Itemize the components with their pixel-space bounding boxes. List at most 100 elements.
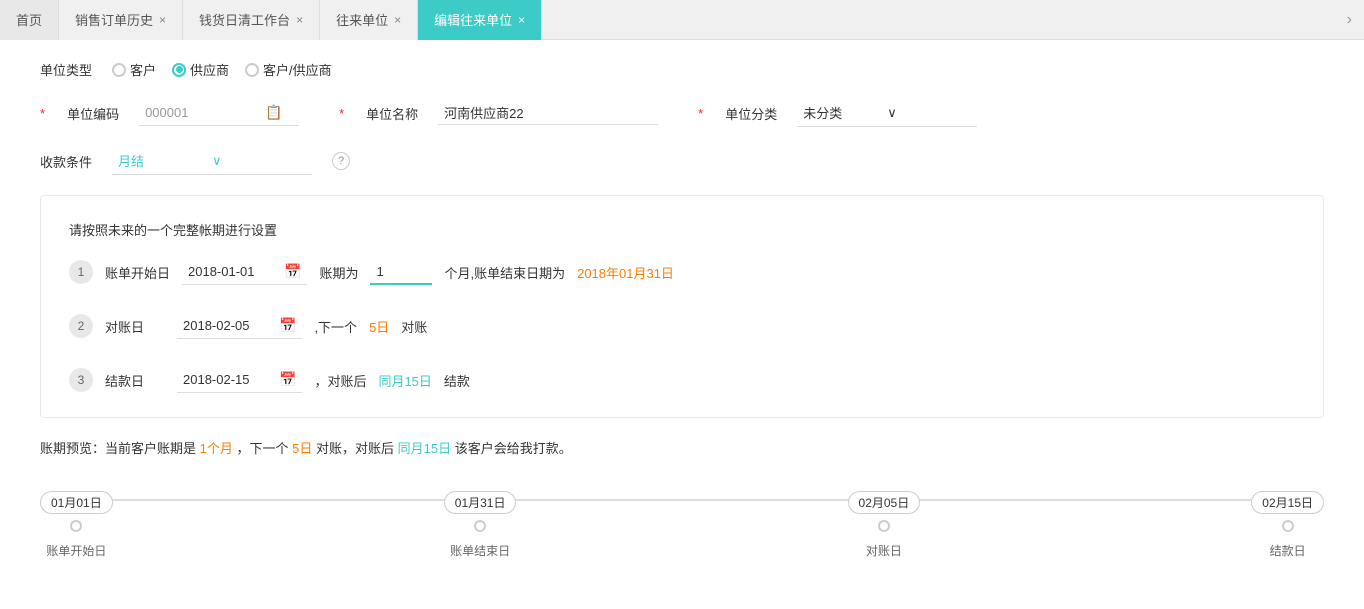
name-required: * — [339, 106, 344, 121]
preview-end: 该客户会给我打款。 — [455, 441, 572, 456]
row1-period-input[interactable] — [376, 264, 426, 279]
row1-calendar-icon[interactable]: 📅 — [284, 263, 301, 280]
tab-sales-label: 销售订单历史 — [75, 10, 153, 29]
row3-highlight: 同月15日 — [378, 371, 431, 390]
row3-label: 结款日 — [105, 371, 165, 390]
unit-type-label: 单位类型 — [40, 60, 92, 79]
tl-date-4: 02月15日 — [1251, 491, 1324, 514]
unit-code-label: 单位编码 — [67, 104, 119, 123]
preview-pre: 账期预览：当前客户账期是 — [40, 441, 196, 456]
preview-highlight2: 5日 — [292, 441, 312, 456]
payment-terms-select[interactable]: 月结 ∨ — [112, 147, 312, 175]
row3-calendar-icon[interactable]: 📅 — [279, 371, 296, 388]
row3-suffix-pre: ，对账后 — [314, 371, 366, 390]
radio-customer[interactable]: 客户 — [112, 60, 156, 79]
row2-suffix-end: 对账 — [401, 317, 427, 336]
radio-supplier[interactable]: 供应商 — [172, 60, 229, 79]
tl-date-2: 01月31日 — [444, 491, 517, 514]
row1-num-wrap — [370, 260, 432, 285]
copy-icon[interactable]: 📋 — [265, 104, 282, 121]
timeline-point-3: 02月05日 对账日 — [848, 491, 921, 559]
unit-type-radio-group: 客户 供应商 客户/供应商 — [112, 60, 332, 79]
tl-desc-2: 账单结束日 — [450, 542, 510, 559]
unit-category-select[interactable]: 未分类 ∨ — [797, 99, 977, 127]
row3-date-input[interactable] — [183, 372, 273, 387]
tab-edit-label: 编辑往来单位 — [434, 10, 512, 29]
row-num-1: 1 — [69, 260, 93, 284]
category-dropdown-icon: ∨ — [887, 105, 971, 121]
close-cash-tab[interactable]: × — [296, 13, 303, 27]
radio-both-label: 客户/供应商 — [263, 60, 332, 79]
tl-dot-4 — [1282, 520, 1294, 532]
preview-mid1: ，下一个 — [237, 441, 289, 456]
tl-desc-1: 账单开始日 — [46, 542, 106, 559]
row1-suffix-pre: 账期为 — [319, 263, 358, 282]
row2-suffix-pre: ,下一个 — [314, 317, 357, 336]
row2-date-wrap: 📅 — [177, 313, 302, 339]
row1-end-date: 2018年01月31日 — [577, 263, 674, 282]
tab-home[interactable]: 首页 — [0, 0, 59, 40]
payment-terms-label: 收款条件 — [40, 152, 92, 171]
unit-name-label: 单位名称 — [366, 104, 418, 123]
main-content: 单位类型 客户 供应商 客户/供应商 * 单位编码 📋 * 单位名称 * — [0, 40, 1364, 609]
timeline-points: 01月01日 账单开始日 01月31日 账单结束日 02月05日 对账日 02月… — [40, 491, 1324, 559]
tab-cash-reconciliation[interactable]: 钱货日清工作台 × — [183, 0, 320, 40]
preview-highlight1: 1个月 — [200, 441, 233, 456]
row1-date-input[interactable] — [188, 264, 278, 279]
timeline: 01月01日 账单开始日 01月31日 账单结束日 02月05日 对账日 02月… — [40, 481, 1324, 589]
preview-text: 账期预览：当前客户账期是 1个月 ，下一个 5日 对账，对账后 同月15日 该客… — [40, 438, 1324, 457]
tl-desc-4: 结款日 — [1270, 542, 1306, 559]
timeline-point-4: 02月15日 结款日 — [1251, 491, 1324, 559]
unit-info-row: * 单位编码 📋 * 单位名称 * 单位分类 未分类 ∨ — [40, 99, 1324, 127]
tab-home-label: 首页 — [16, 10, 42, 29]
tab-partner-units[interactable]: 往来单位 × — [320, 0, 418, 40]
unit-type-row: 单位类型 客户 供应商 客户/供应商 — [40, 60, 1324, 79]
close-edit-tab[interactable]: × — [518, 13, 525, 27]
close-sales-tab[interactable]: × — [159, 13, 166, 27]
preview-mid2: 对账，对账后 — [316, 441, 394, 456]
tl-date-3: 02月05日 — [848, 491, 921, 514]
tab-edit-partner[interactable]: 编辑往来单位 × — [418, 0, 542, 40]
tl-dot-3 — [878, 520, 890, 532]
unit-code-input[interactable] — [145, 105, 265, 120]
tl-desc-3: 对账日 — [866, 542, 902, 559]
payment-terms-row: 收款条件 月结 ∨ ? — [40, 147, 1324, 175]
row2-label: 对账日 — [105, 317, 165, 336]
row1-date-wrap: 📅 — [182, 259, 307, 285]
payment-dropdown-icon: ∨ — [212, 153, 306, 169]
row2-date-input[interactable] — [183, 318, 273, 333]
help-icon[interactable]: ? — [332, 152, 350, 170]
close-partner-tab[interactable]: × — [394, 13, 401, 27]
radio-supplier-label: 供应商 — [190, 60, 229, 79]
row-num-3: 3 — [69, 368, 93, 392]
radio-customer-label: 客户 — [130, 60, 156, 79]
tab-sales-order-history[interactable]: 销售订单历史 × — [59, 0, 183, 40]
row2-highlight: 5日 — [369, 317, 389, 336]
setting-row-1: 1 账单开始日 📅 账期为 个月,账单结束日期为 2018年01月31日 — [69, 259, 1295, 285]
tl-dot-2 — [474, 520, 486, 532]
settings-card: 请按照未来的一个完整帐期进行设置 1 账单开始日 📅 账期为 个月,账单结束日期… — [40, 195, 1324, 418]
unit-category-label: 单位分类 — [725, 104, 777, 123]
tl-date-1: 01月01日 — [40, 491, 113, 514]
tab-nav-arrow[interactable]: › — [1335, 0, 1364, 40]
radio-both-circle — [245, 63, 259, 77]
radio-supplier-circle — [172, 63, 186, 77]
tab-partner-label: 往来单位 — [336, 10, 388, 29]
tl-dot-1 — [70, 520, 82, 532]
radio-both[interactable]: 客户/供应商 — [245, 60, 332, 79]
radio-customer-circle — [112, 63, 126, 77]
tab-bar: 首页 销售订单历史 × 钱货日清工作台 × 往来单位 × 编辑往来单位 × › — [0, 0, 1364, 40]
setting-row-3: 3 结款日 📅 ，对账后 同月15日 结款 — [69, 367, 1295, 393]
payment-terms-value: 月结 — [118, 151, 212, 170]
code-required: * — [40, 106, 45, 121]
row3-date-wrap: 📅 — [177, 367, 302, 393]
unit-category-value: 未分类 — [803, 103, 887, 122]
row2-calendar-icon[interactable]: 📅 — [279, 317, 296, 334]
unit-name-input[interactable] — [438, 101, 658, 125]
row1-label: 账单开始日 — [105, 263, 170, 282]
card-title: 请按照未来的一个完整帐期进行设置 — [69, 220, 1295, 239]
timeline-point-1: 01月01日 账单开始日 — [40, 491, 113, 559]
row1-suffix-mid: 个月,账单结束日期为 — [444, 263, 565, 282]
setting-row-2: 2 对账日 📅 ,下一个 5日 对账 — [69, 313, 1295, 339]
timeline-point-2: 01月31日 账单结束日 — [444, 491, 517, 559]
